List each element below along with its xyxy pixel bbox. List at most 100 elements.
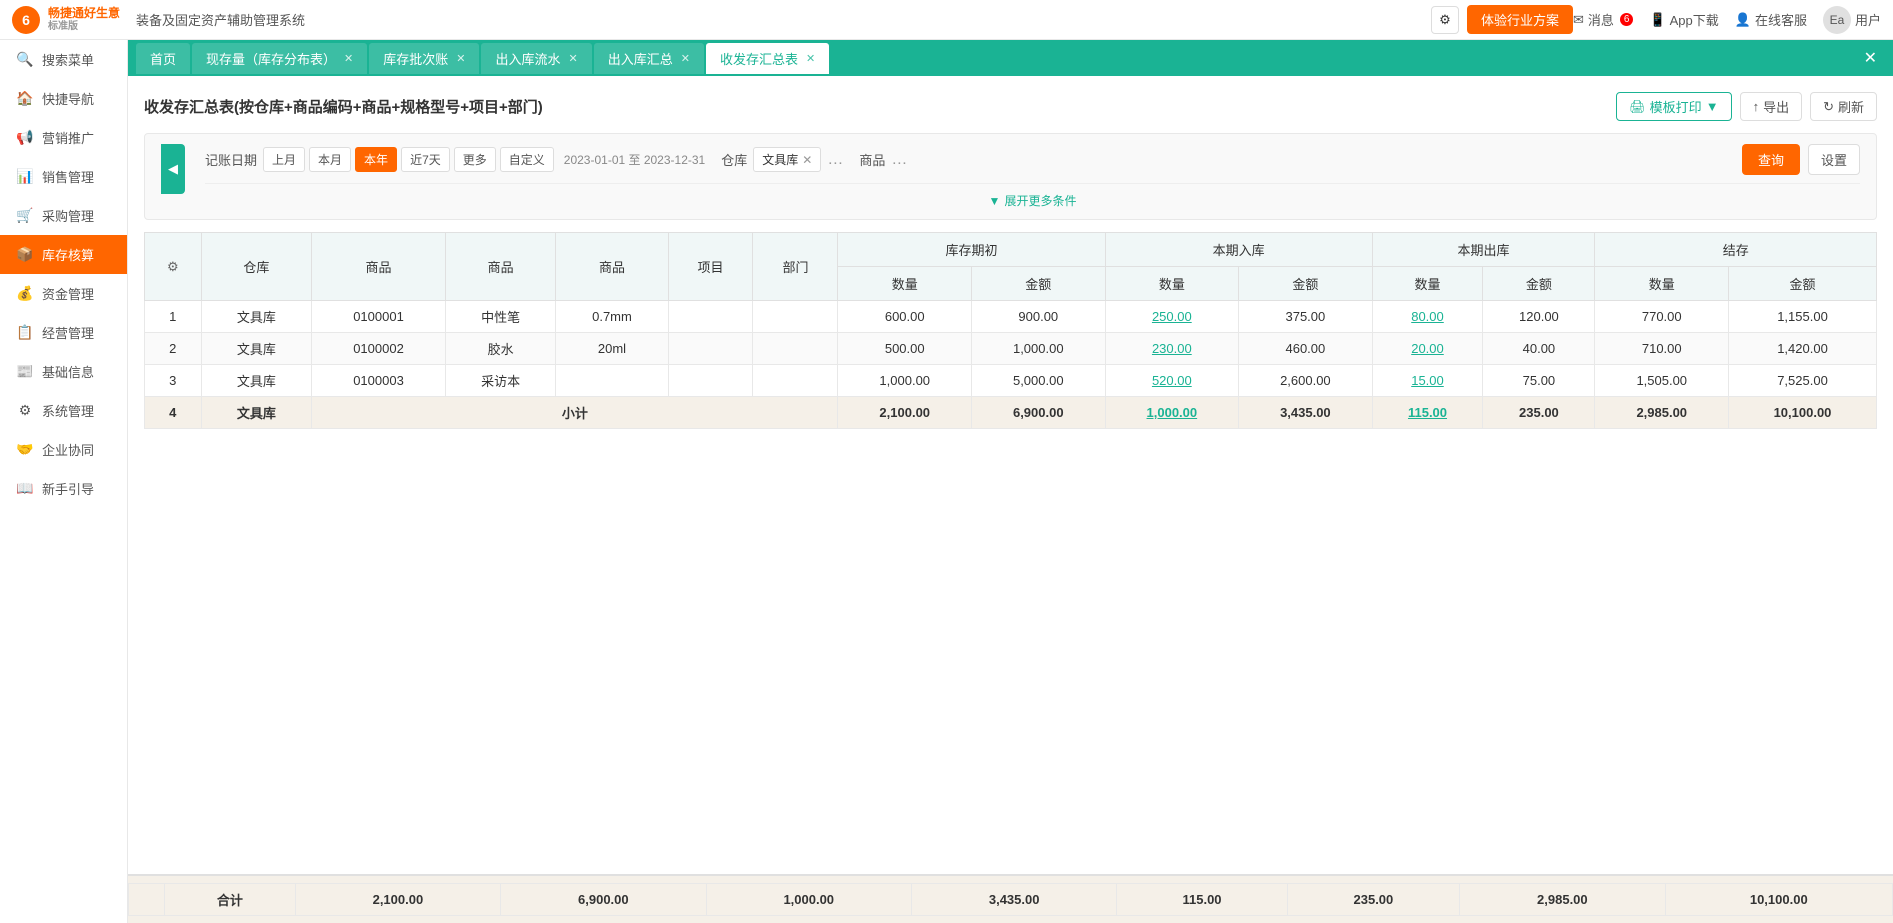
query-btn[interactable]: 查询 (1742, 144, 1800, 175)
main-layout: 🔍 搜索菜单 🏠 快捷导航 📢 营销推广 📊 销售管理 🛒 采购管理 📦 (0, 40, 1893, 923)
cell-warehouse: 文具库 (201, 333, 312, 365)
goods-more[interactable]: … (891, 151, 907, 169)
date-filter: 记账日期 上月 本月 本年 近7天 更多 自定义 (205, 147, 705, 172)
cell-in-qty[interactable]: 520.00 (1105, 365, 1239, 397)
footer-opening-amt: 6,900.00 (501, 884, 706, 916)
tab-in-out-flow[interactable]: 出入库流水 ✕ (481, 43, 591, 74)
tab-bar-close[interactable]: ✕ (1856, 48, 1885, 68)
export-btn[interactable]: ↑ 导出 (1740, 92, 1803, 121)
sidebar-item-newbie[interactable]: 📖 新手引导 (0, 469, 127, 508)
cell-opening-amt: 900.00 (972, 301, 1106, 333)
warehouse-more[interactable]: … (827, 151, 843, 169)
marketing-icon: 📢 (16, 129, 34, 146)
th-out-group: 本期出库 (1372, 233, 1595, 267)
sidebar-item-finance[interactable]: 💰 资金管理 (0, 274, 127, 313)
system-icon: ⚙ (16, 402, 34, 419)
setting-btn[interactable]: 设置 (1808, 144, 1860, 175)
basic-icon: 📰 (16, 363, 34, 380)
cell-project (668, 333, 753, 365)
footer-closing-qty: 2,985.00 (1460, 884, 1665, 916)
cell-in-amt: 375.00 (1239, 301, 1373, 333)
collapse-arrow[interactable]: ◀ (161, 144, 185, 194)
tab-receive-send[interactable]: 收发存汇总表 ✕ (706, 43, 829, 74)
sidebar-item-marketing[interactable]: 📢 营销推广 (0, 118, 127, 157)
cell-goods-name: 胶水 (445, 333, 556, 365)
warehouse-tag-close[interactable]: ✕ (802, 153, 812, 167)
sidebar-item-operations[interactable]: 📋 经营管理 (0, 313, 127, 352)
cell-goods-name: 采访本 (445, 365, 556, 397)
btn-this-month[interactable]: 本月 (309, 147, 351, 172)
tab-in-out-summary[interactable]: 出入库汇总 ✕ (594, 43, 704, 74)
cell-closing-amt: 1,155.00 (1729, 301, 1877, 333)
tab-close-stock-dist[interactable]: ✕ (344, 52, 353, 65)
cell-out-amt: 120.00 (1483, 301, 1595, 333)
expand-btn[interactable]: ▼ 展开更多条件 (205, 183, 1860, 209)
th-opening-qty: 数量 (838, 267, 972, 301)
btn-custom[interactable]: 自定义 (500, 147, 554, 172)
th-opening-amt: 金额 (972, 267, 1106, 301)
tab-close-in-out-summary[interactable]: ✕ (681, 52, 690, 65)
cell-out-qty[interactable]: 15.00 (1372, 365, 1483, 397)
tab-stock-dist[interactable]: 现存量（库存分布表） ✕ (192, 43, 367, 74)
cell-in-qty[interactable]: 250.00 (1105, 301, 1239, 333)
system-title: 装备及固定资产辅助管理系统 (136, 10, 1431, 29)
cell-closing-qty: 1,505.00 (1595, 365, 1729, 397)
sidebar-item-enterprise[interactable]: 🤝 企业协同 (0, 430, 127, 469)
top-bar: 6 畅捷通好生意 标准版 装备及固定资产辅助管理系统 ⚙ 体验行业方案 ✉ 消息… (0, 0, 1893, 40)
cell-closing-amt: 1,420.00 (1729, 333, 1877, 365)
chevron-down-icon: ▼ (1706, 99, 1719, 114)
sidebar-item-sales[interactable]: 📊 销售管理 (0, 157, 127, 196)
th-settings[interactable]: ⚙ (145, 233, 202, 301)
tab-batch-account[interactable]: 库存批次账 ✕ (369, 43, 479, 74)
message-badge: 6 (1620, 13, 1634, 26)
logo-icon: 6 (12, 6, 40, 34)
cell-out-qty[interactable]: 20.00 (1372, 333, 1483, 365)
tab-close-receive-send[interactable]: ✕ (806, 52, 815, 65)
cell-opening-qty: 500.00 (838, 333, 972, 365)
btn-this-year[interactable]: 本年 (355, 147, 397, 172)
sidebar-item-search[interactable]: 🔍 搜索菜单 (0, 40, 127, 79)
sidebar-item-purchase[interactable]: 🛒 采购管理 (0, 196, 127, 235)
tab-close-in-out-flow[interactable]: ✕ (569, 52, 578, 65)
sidebar-item-basic[interactable]: 📰 基础信息 (0, 352, 127, 391)
cell-in-qty[interactable]: 230.00 (1105, 333, 1239, 365)
btn-more[interactable]: 更多 (454, 147, 496, 172)
sidebar-item-quick-nav[interactable]: 🏠 快捷导航 (0, 79, 127, 118)
btn-last-7[interactable]: 近7天 (401, 147, 450, 172)
cell-in-amt: 460.00 (1239, 333, 1373, 365)
app-download-item[interactable]: 📱 App下载 (1649, 10, 1718, 29)
cell-out-qty[interactable]: 80.00 (1372, 301, 1483, 333)
cell-goods-spec (556, 365, 668, 397)
subtotal-in-qty[interactable]: 1,000.00 (1105, 397, 1239, 429)
cell-opening-amt: 1,000.00 (972, 333, 1106, 365)
footer-opening-qty: 2,100.00 (295, 884, 500, 916)
subtotal-out-qty[interactable]: 115.00 (1372, 397, 1483, 429)
sidebar-item-inventory[interactable]: 📦 库存核算 (0, 235, 127, 274)
th-closing-amt: 金额 (1729, 267, 1877, 301)
message-item[interactable]: ✉ 消息 6 (1573, 10, 1633, 29)
subtotal-warehouse: 文具库 (201, 397, 312, 429)
print-btn[interactable]: 🖨 模板打印 ▼ (1616, 92, 1731, 121)
subtotal-opening-qty: 2,100.00 (838, 397, 972, 429)
btn-last-month[interactable]: 上月 (263, 147, 305, 172)
tab-home[interactable]: 首页 (136, 43, 190, 74)
sidebar-item-system[interactable]: ⚙ 系统管理 (0, 391, 127, 430)
purchase-icon: 🛒 (16, 207, 34, 224)
print-icon: 🖨 (1629, 99, 1646, 115)
cell-goods-code: 0100002 (312, 333, 446, 365)
refresh-btn[interactable]: ↻ 刷新 (1810, 92, 1877, 121)
user-avatar: Ea (1823, 6, 1851, 34)
top-actions: ✉ 消息 6 📱 App下载 👤 在线客服 Ea 用户 (1573, 6, 1881, 34)
cell-out-amt: 40.00 (1483, 333, 1595, 365)
experience-btn[interactable]: 体验行业方案 (1467, 5, 1573, 34)
cell-opening-qty: 1,000.00 (838, 365, 972, 397)
subtotal-opening-amt: 6,900.00 (972, 397, 1106, 429)
cell-goods-spec: 20ml (556, 333, 668, 365)
settings-icon[interactable]: ⚙ (1431, 6, 1459, 34)
warehouse-filter: 仓库 文具库 ✕ … (721, 147, 843, 172)
cell-out-amt: 75.00 (1483, 365, 1595, 397)
tab-close-batch-account[interactable]: ✕ (456, 52, 465, 65)
app-wrapper: 6 畅捷通好生意 标准版 装备及固定资产辅助管理系统 ⚙ 体验行业方案 ✉ 消息… (0, 0, 1893, 923)
user-item[interactable]: Ea 用户 (1823, 6, 1881, 34)
online-service-item[interactable]: 👤 在线客服 (1735, 10, 1807, 29)
